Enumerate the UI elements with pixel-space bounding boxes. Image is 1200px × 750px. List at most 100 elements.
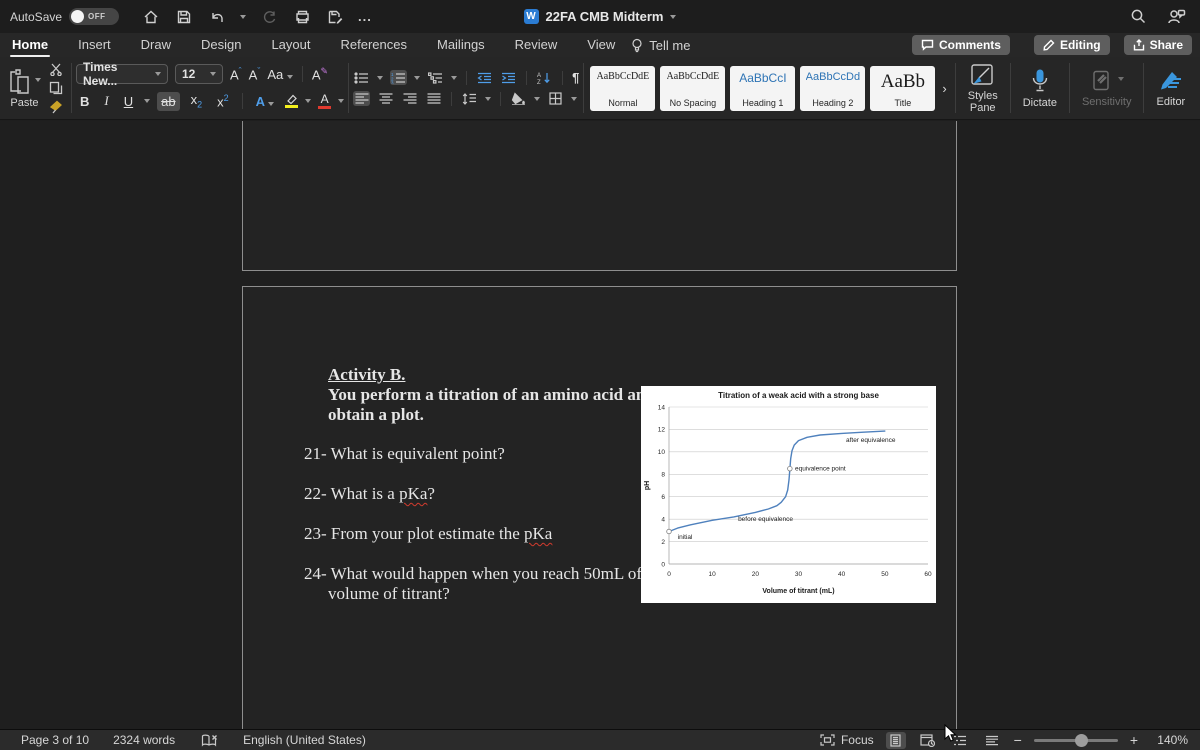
word-count[interactable]: 2324 words: [113, 733, 175, 747]
language-indicator[interactable]: English (United States): [243, 733, 366, 747]
svg-text:6: 6: [661, 494, 665, 501]
align-left-button[interactable]: [353, 91, 371, 106]
save-icon[interactable]: [174, 7, 194, 27]
contact-presence-icon[interactable]: [1167, 8, 1186, 25]
bold-button[interactable]: B: [76, 92, 93, 111]
shading-button[interactable]: [510, 91, 527, 106]
line-spacing-button[interactable]: [461, 91, 478, 106]
justify-button[interactable]: [425, 91, 442, 106]
tab-view[interactable]: View: [585, 35, 617, 56]
page-indicator[interactable]: Page 3 of 10: [21, 733, 89, 747]
share-button[interactable]: Share: [1123, 35, 1192, 55]
zoom-out-button[interactable]: −: [1014, 732, 1022, 748]
more-commands-icon[interactable]: ...: [358, 9, 372, 24]
titration-chart-image[interactable]: 0 2 4 6 8 10 12 14 0 10 20 30 40 50 60 initial before eq…: [641, 386, 936, 603]
document-text-block[interactable]: Activity B. You perform a titration of a…: [304, 365, 664, 604]
highlight-button[interactable]: [285, 94, 299, 108]
font-size-select[interactable]: 12: [175, 64, 223, 85]
tab-home[interactable]: Home: [10, 35, 51, 57]
paste-chevron-icon[interactable]: [35, 77, 41, 82]
style-label: Heading 2: [812, 97, 854, 108]
titration-chart-svg: 0 2 4 6 8 10 12 14 0 10 20 30 40 50 60 initial before eq…: [644, 391, 932, 595]
align-center-button[interactable]: [377, 91, 394, 106]
undo-chevron-icon[interactable]: [240, 14, 247, 19]
question-24: 24- What would happen when you reach 50m…: [304, 564, 643, 603]
search-icon[interactable]: [1130, 8, 1147, 25]
tab-insert[interactable]: Insert: [76, 35, 113, 56]
save-as-icon[interactable]: [325, 7, 345, 27]
tab-references[interactable]: References: [339, 35, 409, 56]
cut-icon[interactable]: [47, 62, 65, 77]
font-name-select[interactable]: Times New...: [76, 60, 168, 88]
tab-layout[interactable]: Layout: [269, 35, 312, 56]
proofing-errors-icon[interactable]: [199, 732, 219, 749]
font-color-chevron-icon[interactable]: [338, 99, 345, 103]
underline-button[interactable]: U: [120, 92, 137, 111]
page-3[interactable]: Activity B. You perform a titration of a…: [242, 286, 957, 729]
zoom-slider[interactable]: [1033, 733, 1118, 747]
format-painter-icon[interactable]: [47, 100, 65, 115]
clear-formatting-button[interactable]: A✎: [312, 66, 328, 82]
decrease-indent-button[interactable]: [476, 70, 493, 85]
tab-draw[interactable]: Draw: [139, 35, 173, 56]
web-layout-view-icon[interactable]: [918, 732, 938, 749]
style-no-spacing[interactable]: AaBbCcDdE No Spacing: [660, 65, 726, 111]
highlight-chevron-icon[interactable]: [305, 99, 312, 103]
shading-chevron-icon[interactable]: [534, 96, 541, 101]
styles-pane-button[interactable]: Styles Pane: [960, 57, 1006, 119]
more-styles-chevron-icon[interactable]: ›: [940, 81, 948, 96]
italic-button[interactable]: I: [100, 91, 112, 111]
grow-font-button[interactable]: Aˆ: [230, 66, 242, 82]
numbering-chevron-icon[interactable]: [414, 75, 421, 80]
text-effects-button[interactable]: A: [252, 92, 279, 111]
borders-button[interactable]: [547, 91, 564, 106]
sort-button[interactable]: AZ: [536, 70, 553, 85]
increase-indent-button[interactable]: [500, 70, 517, 85]
borders-chevron-icon[interactable]: [571, 96, 578, 101]
change-case-button[interactable]: Aa: [267, 67, 293, 82]
style-heading-2[interactable]: AaBbCcDd Heading 2: [800, 65, 866, 111]
autosave-switch[interactable]: OFF: [69, 8, 120, 25]
tab-design[interactable]: Design: [199, 35, 243, 56]
draft-view-icon[interactable]: [982, 732, 1002, 749]
multilevel-list-button[interactable]: [427, 70, 444, 85]
show-formatting-button[interactable]: ¶: [572, 70, 579, 85]
shrink-font-button[interactable]: Aˇ: [249, 66, 261, 82]
underline-chevron-icon[interactable]: [144, 99, 151, 103]
comments-button[interactable]: Comments: [911, 35, 1010, 55]
numbering-button[interactable]: 123: [390, 70, 408, 85]
paste-button[interactable]: Paste: [8, 68, 41, 109]
tab-review[interactable]: Review: [513, 35, 560, 56]
copy-icon[interactable]: [47, 81, 65, 96]
editor-button[interactable]: Editor: [1148, 57, 1193, 119]
title-chevron-icon[interactable]: [670, 14, 677, 19]
tab-mailings[interactable]: Mailings: [435, 35, 487, 56]
autosave-toggle[interactable]: AutoSave OFF: [10, 8, 120, 25]
multilevel-chevron-icon[interactable]: [451, 75, 458, 80]
style-title[interactable]: AaBb Title: [870, 65, 936, 111]
bullets-chevron-icon[interactable]: [377, 75, 384, 80]
print-icon[interactable]: [292, 7, 312, 27]
superscript-button[interactable]: x2: [213, 91, 233, 111]
align-right-button[interactable]: [401, 91, 418, 106]
outline-view-icon[interactable]: [950, 732, 970, 749]
dictate-button[interactable]: Dictate: [1015, 57, 1065, 119]
page-2-bottom[interactable]: [242, 121, 957, 271]
print-layout-view-icon[interactable]: [885, 731, 906, 749]
zoom-level[interactable]: 140%: [1150, 733, 1188, 747]
zoom-in-button[interactable]: +: [1130, 732, 1138, 748]
focus-button[interactable]: Focus: [820, 733, 874, 747]
strikethrough-button[interactable]: ab: [157, 91, 180, 111]
line-spacing-chevron-icon[interactable]: [485, 96, 492, 101]
bullets-button[interactable]: [353, 70, 370, 85]
document-title[interactable]: 22FA CMB Midterm: [546, 9, 664, 24]
tell-me[interactable]: Tell me: [631, 38, 690, 53]
font-color-button[interactable]: A: [318, 93, 332, 109]
subscript-button[interactable]: x2: [187, 90, 207, 112]
style-normal[interactable]: AaBbCcDdE Normal: [590, 65, 656, 111]
home-icon[interactable]: [141, 7, 161, 27]
zoom-slider-knob[interactable]: [1074, 733, 1088, 747]
undo-icon[interactable]: [207, 7, 227, 27]
editing-button[interactable]: Editing: [1033, 35, 1110, 55]
style-heading-1[interactable]: AaBbCcI Heading 1: [730, 65, 796, 111]
